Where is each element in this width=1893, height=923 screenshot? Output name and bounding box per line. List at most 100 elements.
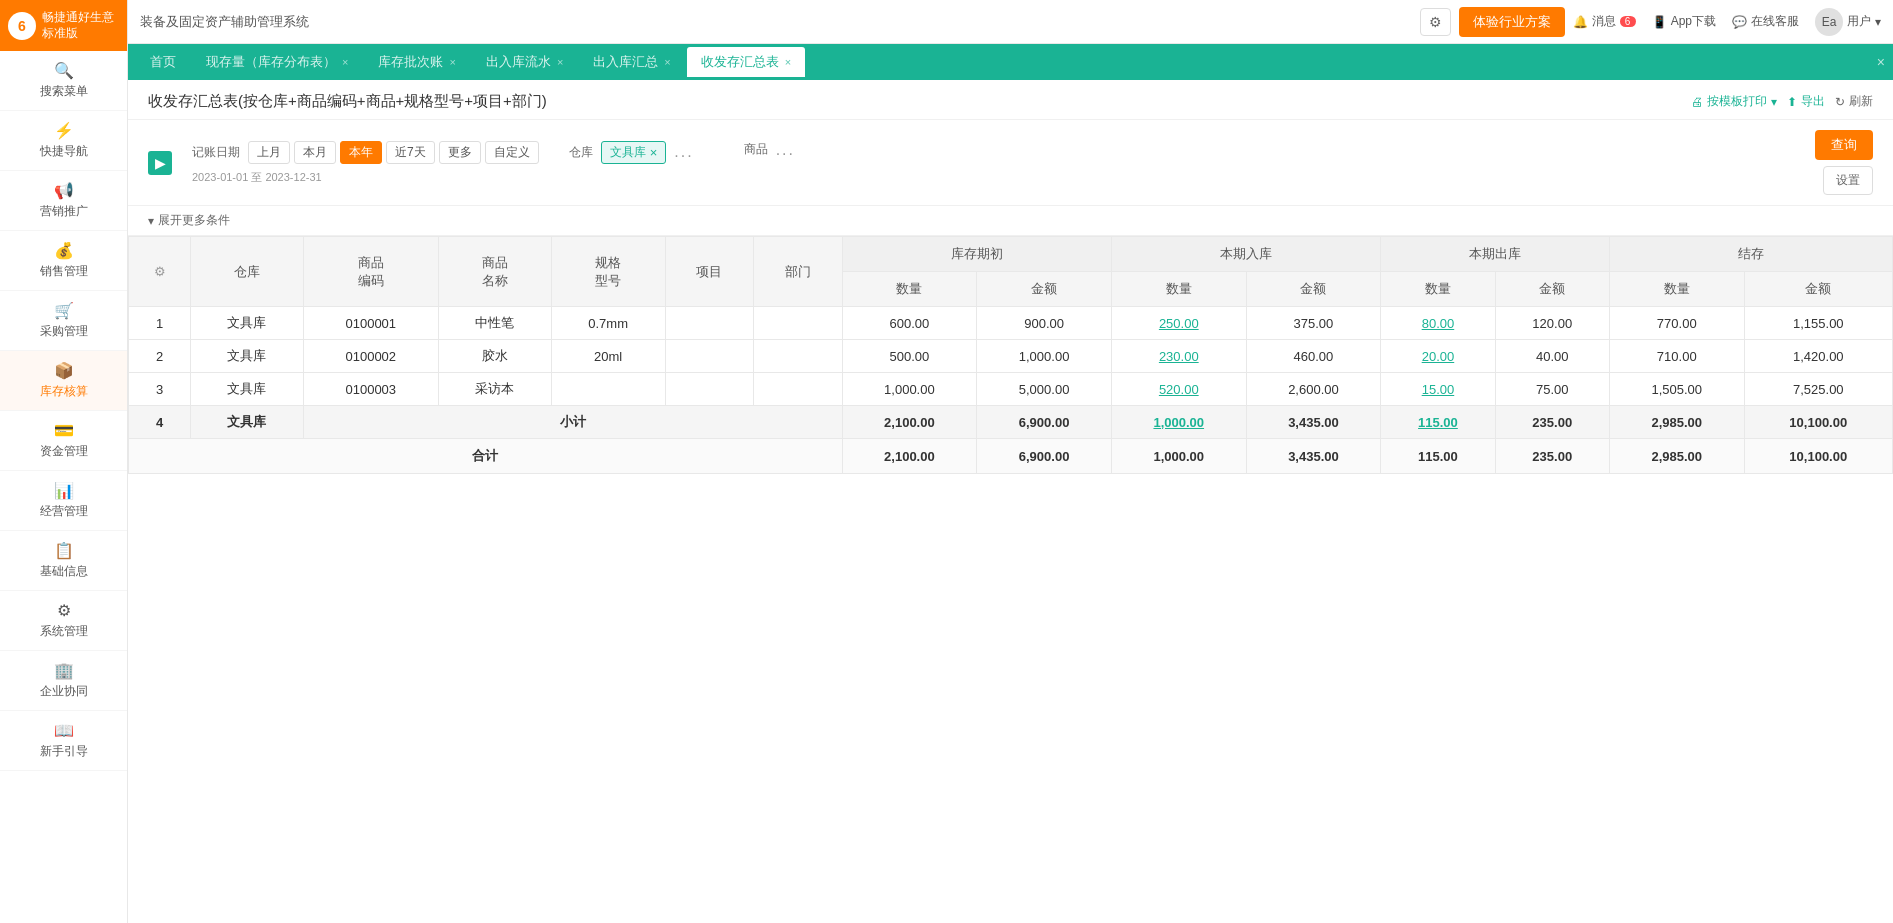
online-service-button[interactable]: 💬 在线客服 (1732, 13, 1799, 30)
tab-batch-ledger-close[interactable]: × (449, 56, 455, 68)
table-body: 1 文具库 0100001 中性笔 0.7mm 600.00 900.00 25… (129, 307, 1893, 439)
sidebar-item-operations[interactable]: 📊 经营管理 (0, 471, 127, 531)
sidebar-item-inventory[interactable]: 📦 库存核算 (0, 351, 127, 411)
warehouse-filter-tag[interactable]: 文具库 × (601, 141, 667, 164)
row-out-amt: 120.00 (1495, 307, 1609, 340)
sidebar-item-enterprise[interactable]: 🏢 企业协同 (0, 651, 127, 711)
row-goods-code: 0100003 (303, 373, 438, 406)
col-opening-header: 库存期初 (842, 237, 1111, 272)
warehouse-more-dots[interactable]: ... (674, 143, 693, 161)
row-out-amt: 40.00 (1495, 340, 1609, 373)
print-button[interactable]: 🖨 按模板打印 ▾ (1691, 93, 1777, 110)
sidebar-item-purchase[interactable]: 🛒 采购管理 (0, 291, 127, 351)
date-btn-this-year[interactable]: 本年 (340, 141, 382, 164)
close-all-tabs-button[interactable]: × (1877, 54, 1885, 70)
tab-home[interactable]: 首页 (136, 47, 190, 77)
row-warehouse: 文具库 (191, 340, 304, 373)
tab-stock-summary-close[interactable]: × (664, 56, 670, 68)
row-goods-code: 0100001 (303, 307, 438, 340)
date-btn-7days[interactable]: 近7天 (386, 141, 435, 164)
sidebar-items: 🔍 搜索菜单 ⚡ 快捷导航 📢 营销推广 💰 销售管理 🛒 采购管理 📦 库存核… (0, 51, 127, 771)
sidebar-item-marketing[interactable]: 📢 营销推广 (0, 171, 127, 231)
filter-toggle-button[interactable]: ▶ (148, 151, 172, 175)
row-out-qty[interactable]: 20.00 (1381, 340, 1495, 373)
tab-stock-summary[interactable]: 出入库汇总 × (579, 47, 684, 77)
row-warehouse: 文具库 (191, 307, 304, 340)
date-filter-label: 记账日期 (192, 144, 240, 161)
marketing-icon: 📢 (54, 181, 74, 200)
date-btn-custom[interactable]: 自定义 (485, 141, 539, 164)
row-in-amt: 460.00 (1246, 340, 1381, 373)
row-out-qty[interactable]: 80.00 (1381, 307, 1495, 340)
notifications-button[interactable]: 🔔 消息 6 (1573, 13, 1636, 30)
print-icon: 🖨 (1691, 95, 1703, 109)
topbar: 装备及固定资产辅助管理系统 ⚙ 体验行业方案 🔔 消息 6 📱 App下载 💬 … (128, 0, 1893, 44)
row-goods-spec: 0.7mm (551, 307, 665, 340)
export-icon: ⬆ (1787, 95, 1797, 109)
user-menu-button[interactable]: Ea 用户 ▾ (1815, 8, 1881, 36)
trial-button[interactable]: 体验行业方案 (1459, 7, 1565, 37)
subtotal-in-qty[interactable]: 1,000.00 (1111, 406, 1246, 439)
sidebar-item-sales[interactable]: 💰 销售管理 (0, 231, 127, 291)
gear-button[interactable]: ⚙ (1420, 8, 1451, 36)
date-btn-more[interactable]: 更多 (439, 141, 481, 164)
row-in-qty[interactable]: 250.00 (1111, 307, 1246, 340)
row-warehouse: 文具库 (191, 373, 304, 406)
sidebar-item-search[interactable]: 🔍 搜索菜单 (0, 51, 127, 111)
topbar-actions: 🔔 消息 6 📱 App下载 💬 在线客服 Ea 用户 ▾ (1573, 8, 1881, 36)
row-project (665, 340, 753, 373)
quick-nav-icon: ⚡ (54, 121, 74, 140)
tab-batch-ledger[interactable]: 库存批次账 × (364, 47, 469, 77)
set-button[interactable]: 设置 (1823, 166, 1873, 195)
sidebar-item-newbie[interactable]: 📖 新手引导 (0, 711, 127, 771)
date-btn-this-month[interactable]: 本月 (294, 141, 336, 164)
tab-stock-dist[interactable]: 现存量（库存分布表） × (192, 47, 362, 77)
table-row: 3 文具库 0100003 采访本 1,000.00 5,000.00 520.… (129, 373, 1893, 406)
sidebar-header[interactable]: 6 畅捷通好生意 标准版 (0, 0, 127, 51)
filter-section: 记账日期 上月 本月 本年 近7天 更多 自定义 2023-01-01 至 20… (192, 141, 1803, 185)
purchase-label: 采购管理 (40, 323, 88, 340)
total-in-qty: 1,000.00 (1111, 439, 1246, 474)
subtotal-opening-qty: 2,100.00 (842, 406, 977, 439)
tab-stock-flow[interactable]: 出入库流水 × (472, 47, 577, 77)
goods-more-dots[interactable]: ... (776, 141, 795, 159)
row-in-qty[interactable]: 520.00 (1111, 373, 1246, 406)
logo-icon: 6 (8, 12, 36, 40)
tab-recv-send-summary[interactable]: 收发存汇总表 × (687, 47, 805, 77)
expand-conditions-button[interactable]: ▾ 展开更多条件 (148, 212, 230, 229)
tab-home-label: 首页 (150, 53, 176, 71)
tab-stock-flow-close[interactable]: × (557, 56, 563, 68)
marketing-label: 营销推广 (40, 203, 88, 220)
col-project-header: 项目 (665, 237, 753, 307)
export-button[interactable]: ⬆ 导出 (1787, 93, 1825, 110)
row-seq: 3 (129, 373, 191, 406)
row-closing-amt: 1,420.00 (1744, 340, 1892, 373)
tab-batch-ledger-label: 库存批次账 (378, 53, 443, 71)
col-closing-amt-header: 金额 (1744, 272, 1892, 307)
table-row: 2 文具库 0100002 胶水 20ml 500.00 1,000.00 23… (129, 340, 1893, 373)
table-total-row: 合计 2,100.00 6,900.00 1,000.00 3,435.00 1… (129, 439, 1893, 474)
sidebar-item-base-info[interactable]: 📋 基础信息 (0, 531, 127, 591)
table-settings-icon[interactable]: ⚙ (129, 237, 191, 307)
row-out-qty[interactable]: 15.00 (1381, 373, 1495, 406)
date-btn-last-month[interactable]: 上月 (248, 141, 290, 164)
system-label: 系统管理 (40, 623, 88, 640)
subtotal-out-qty[interactable]: 115.00 (1381, 406, 1495, 439)
tab-recv-send-close[interactable]: × (785, 56, 791, 68)
assets-icon: 💳 (54, 421, 74, 440)
app-download-button[interactable]: 📱 App下载 (1652, 13, 1716, 30)
subtotal-opening-amt: 6,900.00 (977, 406, 1112, 439)
row-in-qty[interactable]: 230.00 (1111, 340, 1246, 373)
query-button[interactable]: 查询 (1815, 130, 1873, 160)
row-closing-qty: 1,505.00 (1609, 373, 1744, 406)
refresh-button[interactable]: ↻ 刷新 (1835, 93, 1873, 110)
warehouse-tag-remove[interactable]: × (650, 145, 658, 160)
sidebar-item-system[interactable]: ⚙ 系统管理 (0, 591, 127, 651)
sidebar-item-quick-nav[interactable]: ⚡ 快捷导航 (0, 111, 127, 171)
sidebar-item-assets[interactable]: 💳 资金管理 (0, 411, 127, 471)
system-title: 装备及固定资产辅助管理系统 (140, 13, 1412, 31)
subtotal-label: 小计 (303, 406, 842, 439)
row-opening-qty: 600.00 (842, 307, 977, 340)
tab-stock-dist-close[interactable]: × (342, 56, 348, 68)
row-goods-spec: 20ml (551, 340, 665, 373)
